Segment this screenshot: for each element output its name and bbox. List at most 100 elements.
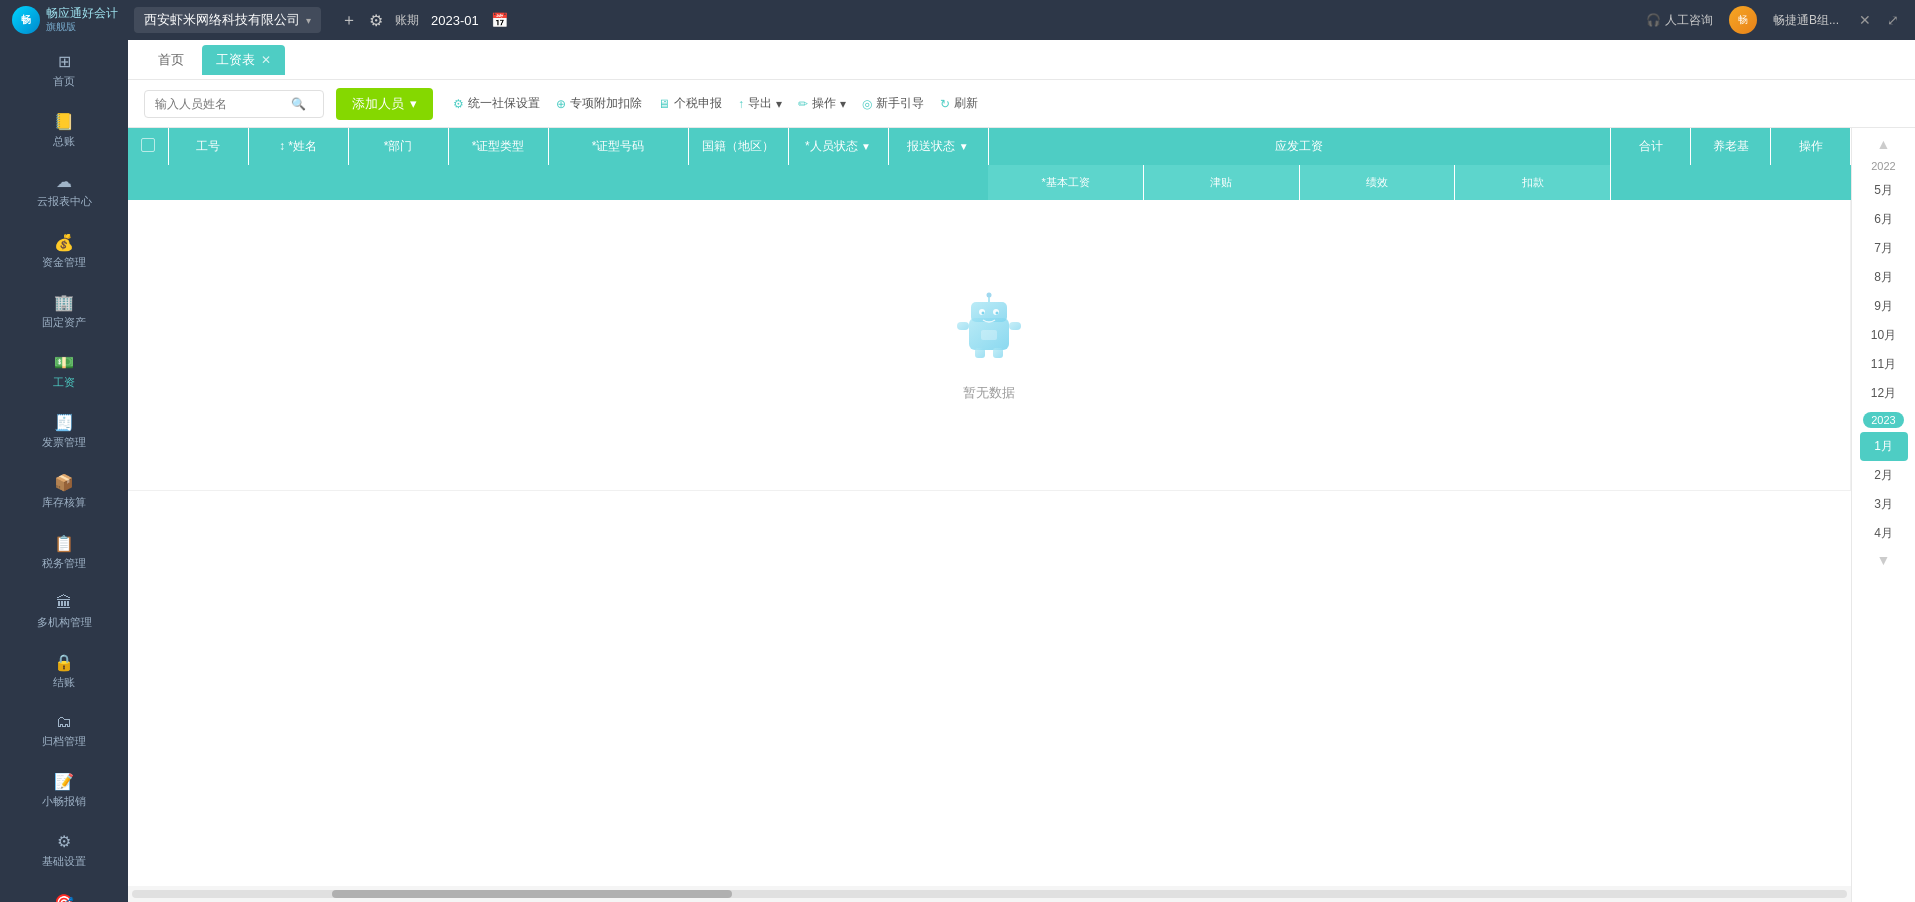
month-2022-08[interactable]: 8月 [1860, 263, 1908, 292]
app-logo: 畅 畅应通好会计 旗舰版 [12, 6, 118, 34]
inventory-icon: 📦 [54, 473, 74, 492]
sidebar-item-salary[interactable]: 💵 工资 [0, 341, 128, 401]
deduction-header: 养老基 [1691, 128, 1771, 165]
special-deduction-action[interactable]: ⊕ 专项附加扣除 [556, 95, 642, 112]
sidebar-item-guide[interactable]: 🎯 新手引导 [0, 881, 128, 902]
tab-close-icon[interactable]: ✕ [261, 53, 271, 67]
refresh-action[interactable]: ↻ 刷新 [940, 95, 978, 112]
archive-icon: 🗂 [56, 713, 72, 731]
department-header: *部门 [348, 128, 448, 165]
personal-tax-action[interactable]: 🖥 个税申报 [658, 95, 722, 112]
logo-icon: 畅 [12, 6, 40, 34]
sidebar-item-tax[interactable]: 📋 税务管理 [0, 522, 128, 582]
month-2022-06[interactable]: 6月 [1860, 205, 1908, 234]
tab-home[interactable]: 首页 [144, 45, 198, 75]
cloud-icon: ☁ [56, 172, 72, 191]
year-2022-label: 2022 [1871, 156, 1895, 176]
close-button[interactable]: ✕ [1855, 12, 1875, 28]
ledger-icon: 📒 [54, 112, 74, 131]
social-security-action[interactable]: ⚙ 统一社保设置 [453, 95, 540, 112]
horizontal-scrollbar[interactable] [128, 886, 1851, 902]
headset-icon: 🎧 [1646, 13, 1661, 27]
export-icon: ↑ [738, 97, 744, 111]
checkbox-header[interactable] [128, 128, 168, 165]
salary-table: 工号 ↕ *姓名 *部门 *证型类型 *证型号码 国籍（地区） *人员状态 ▼ … [128, 128, 1851, 886]
user-name: 畅捷通B组... [1773, 12, 1839, 29]
refresh-icon: ↻ [940, 97, 950, 111]
month-2022-05[interactable]: 5月 [1860, 176, 1908, 205]
scroll-track[interactable] [132, 890, 1847, 898]
svg-rect-9 [1009, 322, 1021, 330]
sidebar-item-expense[interactable]: 📝 小畅报销 [0, 760, 128, 820]
tab-bar: 首页 工资表 ✕ [128, 40, 1915, 80]
sidebar-item-settings[interactable]: ⚙ 基础设置 [0, 820, 128, 880]
sidebar-item-multi-org[interactable]: 🏛 多机构管理 [0, 582, 128, 641]
export-action[interactable]: ↑ 导出 ▾ [738, 95, 782, 112]
empty-state: 暂无数据 [136, 208, 1842, 482]
sidebar-item-close-account[interactable]: 🔒 结账 [0, 641, 128, 701]
month-2023-01[interactable]: 1月 [1860, 432, 1908, 461]
export-arrow-icon: ▾ [776, 97, 782, 111]
month-2023-04[interactable]: 4月 [1860, 519, 1908, 548]
sidebar-item-fund[interactable]: 💰 资金管理 [0, 221, 128, 281]
new-guide-icon: ◎ [862, 97, 872, 111]
sidebar-item-fixed-assets[interactable]: 🏢 固定资产 [0, 281, 128, 341]
year-2023-badge: 2023 [1863, 412, 1903, 428]
multi-org-icon: 🏛 [56, 594, 72, 612]
scroll-up-arrow[interactable]: ▲ [1873, 132, 1895, 156]
scroll-down-arrow[interactable]: ▼ [1873, 548, 1895, 572]
toolbar: 🔍 添加人员 ▾ ⚙ 统一社保设置 ⊕ 专项附加扣除 [128, 80, 1915, 128]
month-2023-03[interactable]: 3月 [1860, 490, 1908, 519]
service-button[interactable]: 🎧 人工咨询 [1646, 12, 1713, 29]
id-number-header: *证型号码 [548, 128, 688, 165]
name-header[interactable]: ↕ *姓名 [248, 128, 348, 165]
status-header[interactable]: *人员状态 ▼ [788, 128, 888, 165]
country-header: 国籍（地区） [688, 128, 788, 165]
fund-icon: 💰 [54, 233, 74, 252]
settings-sidebar-icon: ⚙ [57, 832, 71, 851]
new-guide-action[interactable]: ◎ 新手引导 [862, 95, 924, 112]
id-type-header: *证型类型 [448, 128, 548, 165]
select-all-checkbox[interactable] [141, 138, 155, 152]
user-avatar[interactable]: 畅 [1729, 6, 1757, 34]
add-arrow-icon: ▾ [410, 96, 417, 111]
month-2022-09[interactable]: 9月 [1860, 292, 1908, 321]
search-box[interactable]: 🔍 [144, 90, 324, 118]
guide-icon: 🎯 [54, 893, 74, 902]
svg-rect-10 [975, 348, 985, 358]
month-selector-panel: ▲ 2022 5月 6月 7月 8月 9月 10月 11月 12月 2023 1… [1851, 128, 1915, 902]
month-2022-07[interactable]: 7月 [1860, 234, 1908, 263]
month-2022-11[interactable]: 11月 [1860, 350, 1908, 379]
tab-salary-table[interactable]: 工资表 ✕ [202, 45, 285, 75]
operations-arrow-icon: ▾ [840, 97, 846, 111]
add-icon[interactable]: ＋ [341, 10, 357, 31]
operations-action[interactable]: ✏ 操作 ▾ [798, 95, 846, 112]
settings-icon[interactable]: ⚙ [369, 11, 383, 30]
report-status-header[interactable]: 报送状态 ▼ [888, 128, 988, 165]
month-2022-12[interactable]: 12月 [1860, 379, 1908, 408]
sidebar-item-inventory[interactable]: 📦 库存核算 [0, 461, 128, 521]
svg-rect-12 [981, 330, 997, 340]
empty-state-cell: 暂无数据 [128, 200, 1851, 491]
svg-rect-11 [993, 348, 1003, 358]
toolbar-actions: ⚙ 统一社保设置 ⊕ 专项附加扣除 🖥 个税申报 ↑ [453, 95, 978, 112]
empty-text: 暂无数据 [963, 384, 1015, 402]
sidebar-item-invoice[interactable]: 🧾 发票管理 [0, 401, 128, 461]
maximize-button[interactable]: ⤢ [1883, 12, 1903, 28]
month-2023-02[interactable]: 2月 [1860, 461, 1908, 490]
sidebar-item-archive[interactable]: 🗂 归档管理 [0, 701, 128, 760]
sidebar-item-home[interactable]: ⊞ 首页 [0, 40, 128, 100]
month-2022-10[interactable]: 10月 [1860, 321, 1908, 350]
calendar-icon[interactable]: 📅 [491, 12, 508, 28]
sidebar-item-ledger[interactable]: 📒 总账 [0, 100, 128, 160]
search-input[interactable] [155, 97, 285, 111]
company-selector[interactable]: 西安虾米网络科技有限公司 ▾ [134, 7, 321, 33]
fixed-assets-icon: 🏢 [54, 293, 74, 312]
home-icon: ⊞ [58, 52, 71, 71]
add-employee-button[interactable]: 添加人员 ▾ [336, 88, 433, 120]
performance-header: 绩效 [1299, 165, 1455, 200]
sidebar-item-cloud-report[interactable]: ☁ 云报表中心 [0, 160, 128, 220]
svg-rect-1 [971, 302, 1007, 322]
special-deduction-icon: ⊕ [556, 97, 566, 111]
scroll-thumb[interactable] [332, 890, 732, 898]
